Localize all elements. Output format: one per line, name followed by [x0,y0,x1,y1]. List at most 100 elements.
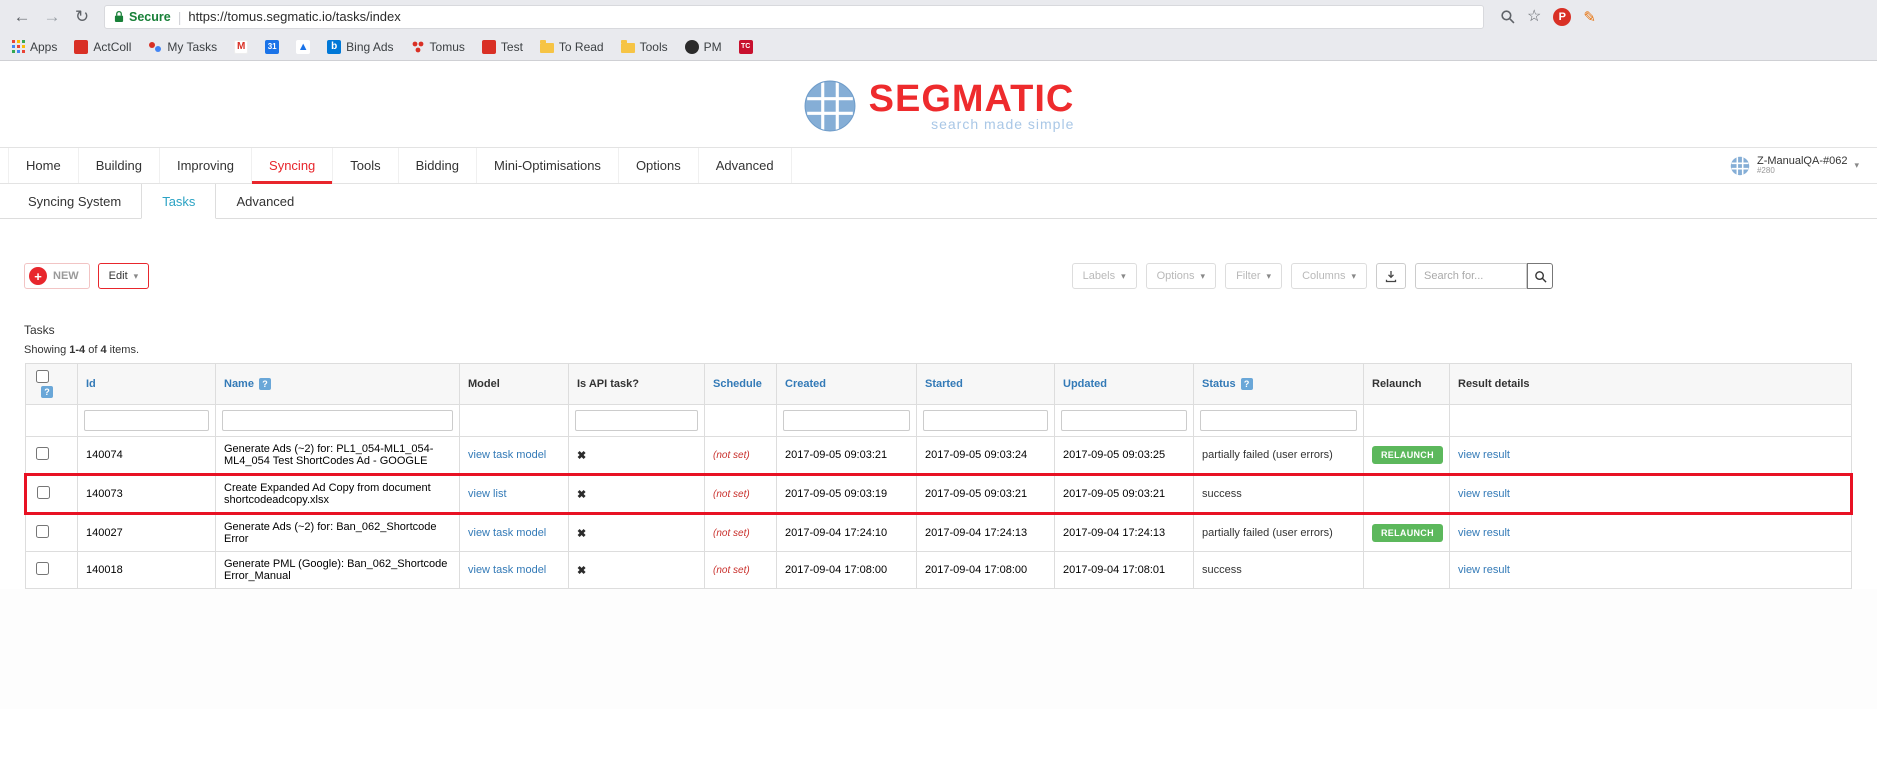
column-header-status[interactable]: Status [1202,378,1236,390]
column-header-created[interactable]: Created [785,378,826,390]
filter-input-is-api-task[interactable] [575,410,698,432]
bookmark-to-read[interactable]: To Read [539,40,604,54]
user-account-id: #280 [1756,166,1775,176]
help-icon[interactable]: ? [41,386,53,399]
back-button[interactable]: ← [10,5,34,29]
view-result-link[interactable]: view result [1458,564,1510,576]
filter-input-status[interactable] [1200,410,1357,432]
help-icon[interactable]: ? [258,378,271,391]
bookmark-label: PM [703,39,722,54]
cell-name: Generate Ads (~2) for: PL1_054-ML1_054-M… [215,436,460,476]
subnav-item-advanced[interactable]: Advanced [216,184,314,218]
subnav-item-syncing-system[interactable]: Syncing System [8,184,141,218]
gmail-icon: M [234,39,249,54]
bookmark-tools[interactable]: Tools [620,40,668,54]
forward-button[interactable]: → [40,5,64,29]
nav-item-bidding[interactable]: Bidding [399,148,478,183]
search-button[interactable] [1527,263,1553,289]
search-input[interactable] [1415,263,1527,289]
view-result-link[interactable]: view result [1458,527,1510,539]
labels-button[interactable]: Labels ▾ [1071,263,1137,289]
row-checkbox[interactable] [36,562,49,576]
bookmark-star-icon[interactable]: ☆ [1527,8,1541,25]
bookmark-calendar[interactable]: 31 [265,39,280,54]
nav-item-mini-optimisations[interactable]: Mini-Optimisations [477,148,619,183]
filter-input-updated[interactable] [1061,410,1187,432]
select-all-header: ? [25,362,78,406]
refresh-button[interactable]: ↻ [70,5,94,29]
nav-item-home[interactable]: Home [8,148,79,183]
lock-icon [114,10,124,22]
chevron-down-icon: ▾ [133,270,139,281]
cell-relaunch-empty [1363,473,1450,516]
filter-input-id[interactable] [84,410,209,432]
address-bar[interactable]: Secure | https://tomus.segmatic.io/tasks… [104,4,1484,29]
column-header-started[interactable]: Started [925,378,963,390]
secure-indicator[interactable]: Secure [114,10,171,24]
filter-row [25,404,1852,438]
cell-started: 2017-09-04 17:24:13 [916,513,1055,553]
select-all-checkbox[interactable] [36,370,49,383]
bookmark-test[interactable]: Test [481,39,523,54]
bookmark-bing-ads[interactable]: b Bing Ads [327,39,394,54]
bookmark-my-tasks[interactable]: My Tasks [148,40,217,54]
bookmark-analytics[interactable]: ▲ [296,39,311,54]
view-list-link[interactable]: view list [468,488,507,500]
relaunch-button[interactable]: RELAUNCH [1372,446,1443,465]
table-row: 140027 Generate Ads (~2) for: Ban_062_Sh… [25,513,1852,553]
column-header-id[interactable]: Id [86,378,96,390]
view-result-link[interactable]: view result [1458,488,1510,500]
column-header-name[interactable]: Name [224,378,254,390]
analytics-icon: ▲ [296,39,311,54]
export-download-button[interactable] [1376,263,1406,289]
column-header-schedule[interactable]: Schedule [713,378,762,390]
chevron-down-icon: ▾ [1121,270,1126,281]
bookmark-actcoll[interactable]: ActColl [74,39,131,54]
user-menu[interactable]: Z-ManualQA-#062 #280 ▾ [1730,148,1859,183]
view-task-model-link[interactable]: view task model [468,527,546,539]
subnav-item-tasks[interactable]: Tasks [141,184,217,219]
bookmark-tomus[interactable]: Tomus [411,40,465,54]
bookmark-apps[interactable]: Apps [12,40,57,54]
nav-item-options[interactable]: Options [619,148,699,183]
filter-button[interactable]: Filter ▾ [1225,263,1283,289]
nav-item-tools[interactable]: Tools [333,148,399,183]
bookmark-pm[interactable]: PM [684,39,722,54]
edit-button[interactable]: Edit ▾ [97,263,150,289]
cell-name: Generate Ads (~2) for: Ban_062_Shortcode… [215,513,460,553]
cell-id: 140018 [77,551,216,590]
filter-input-name[interactable] [222,410,453,432]
extension-pencil-icon[interactable]: ✎ [1583,8,1596,26]
bookmark-label: Test [500,39,523,54]
bookmark-gmail[interactable]: M [234,39,249,54]
bookmark-tc[interactable]: TC [738,39,753,54]
nav-item-advanced[interactable]: Advanced [699,148,792,183]
column-header-updated[interactable]: Updated [1063,378,1107,390]
summary-suffix: items. [109,344,140,356]
new-button[interactable]: + NEW [24,263,90,289]
help-icon[interactable]: ? [1240,378,1253,391]
filter-input-started[interactable] [923,410,1048,432]
cell-id: 140074 [77,436,216,476]
columns-button-label: Columns [1302,270,1346,282]
view-result-link[interactable]: view result [1458,449,1510,461]
options-button[interactable]: Options ▾ [1145,263,1217,289]
summary-prefix: Showing [24,344,67,356]
column-header-relaunch: Relaunch [1372,378,1422,391]
relaunch-button[interactable]: RELAUNCH [1372,524,1443,543]
table-row: 140018 Generate PML (Google): Ban_062_Sh… [25,551,1852,590]
extension-p-icon[interactable]: P [1553,7,1572,26]
view-task-model-link[interactable]: view task model [468,449,546,461]
bookmark-label: Bing Ads [346,39,394,54]
filter-input-created[interactable] [783,410,910,432]
row-checkbox[interactable] [36,447,49,461]
columns-button[interactable]: Columns ▾ [1291,263,1367,289]
zoom-icon[interactable] [1500,9,1515,24]
nav-item-improving[interactable]: Improving [160,148,253,183]
nav-item-syncing[interactable]: Syncing [252,148,334,184]
row-checkbox[interactable] [37,486,50,500]
row-checkbox[interactable] [36,525,49,539]
nav-item-building[interactable]: Building [79,148,160,183]
column-header-result-details: Result details [1458,378,1530,391]
view-task-model-link[interactable]: view task model [468,564,546,576]
